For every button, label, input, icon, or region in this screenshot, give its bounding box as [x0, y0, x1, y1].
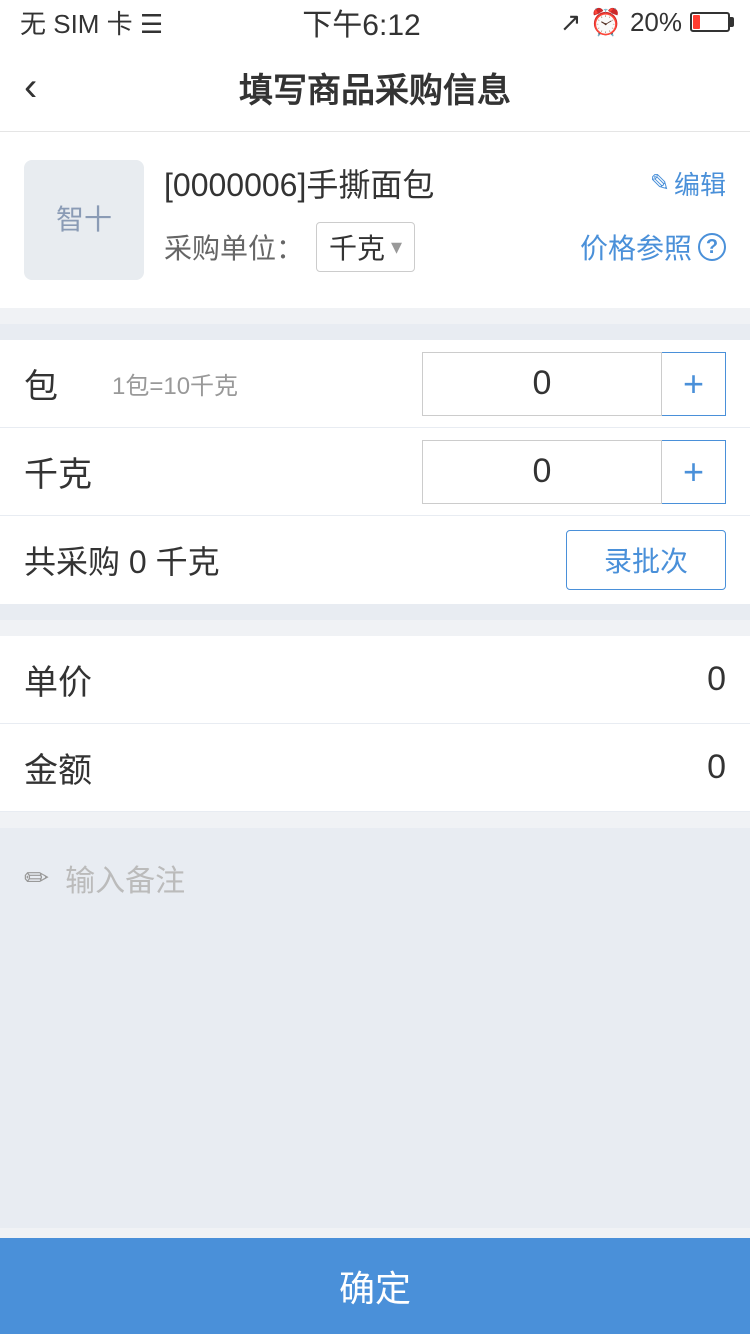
price-reference-button[interactable]: 价格参照 ? — [580, 227, 726, 267]
confirm-button[interactable]: 确定 — [0, 1238, 750, 1334]
price-info-section: 单价 0 金额 0 — [0, 636, 750, 812]
kg-input-group: + — [422, 440, 726, 504]
product-name: [0000006]手撕面包 — [164, 160, 434, 206]
unit-value: 千克 — [329, 227, 385, 267]
unit-label: 采购单位： — [164, 227, 304, 267]
status-bar: 无 SIM 卡 ☰ 下午6:12 ↗ ⏰ 20% — [0, 0, 750, 44]
price-ref-label: 价格参照 — [580, 227, 692, 267]
amount-value: 0 — [707, 748, 726, 787]
total-label: 共采购 0 千克 — [24, 537, 220, 583]
note-placeholder: 输入备注 — [65, 856, 185, 900]
empty-space — [0, 928, 750, 1228]
note-section[interactable]: ✏ 输入备注 — [0, 828, 750, 928]
amount-row: 金额 0 — [0, 724, 750, 812]
package-input-group: + — [422, 352, 726, 416]
package-sublabel: 1包=10千克 — [112, 366, 422, 401]
product-info: [0000006]手撕面包 ✎ 编辑 采购单位： 千克 ▾ 价格参照 ? — [164, 160, 726, 272]
edit-label: 编辑 — [674, 165, 726, 202]
package-plus-button[interactable]: + — [662, 352, 726, 416]
unit-dropdown[interactable]: 千克 ▾ — [316, 222, 415, 272]
product-card: 智十 [0000006]手撕面包 ✎ 编辑 采购单位： 千克 ▾ — [0, 132, 750, 308]
status-time: 下午6:12 — [302, 0, 420, 44]
package-label: 包 — [24, 359, 104, 408]
input-section: 包 1包=10千克 + 千克 + 共采购 0 千克 录批次 — [0, 340, 750, 604]
product-image-placeholder: 智十 — [56, 203, 112, 237]
edit-icon: ✎ — [650, 169, 670, 198]
status-right: ↗ ⏰ 20% — [560, 7, 730, 38]
product-name-row: [0000006]手撕面包 ✎ 编辑 — [164, 160, 726, 206]
product-image: 智十 — [24, 160, 144, 280]
chevron-down-icon: ▾ — [391, 234, 402, 260]
package-row: 包 1包=10千克 + — [0, 340, 750, 428]
kg-row: 千克 + — [0, 428, 750, 516]
kg-input[interactable] — [422, 440, 662, 504]
kg-label: 千克 — [24, 447, 104, 496]
alarm-icon: ⏰ — [590, 7, 622, 38]
package-input[interactable] — [422, 352, 662, 416]
edit-button[interactable]: ✎ 编辑 — [650, 165, 726, 202]
nav-bar: ‹ 填写商品采购信息 — [0, 44, 750, 132]
unit-selector[interactable]: 采购单位： 千克 ▾ — [164, 222, 415, 272]
product-unit-row: 采购单位： 千克 ▾ 价格参照 ? — [164, 222, 726, 272]
kg-plus-button[interactable]: + — [662, 440, 726, 504]
battery-icon — [690, 12, 730, 32]
info-icon: ? — [698, 233, 726, 261]
divider-2 — [0, 604, 750, 620]
page-title: 填写商品采购信息 — [239, 63, 511, 112]
batch-button[interactable]: 录批次 — [566, 530, 726, 590]
location-icon: ↗ — [560, 7, 582, 38]
unit-price-label: 单价 — [24, 655, 92, 704]
status-left: 无 SIM 卡 ☰ — [20, 4, 163, 41]
back-button[interactable]: ‹ — [24, 65, 37, 110]
battery-percent: 20% — [630, 7, 682, 38]
pencil-icon: ✏ — [24, 861, 49, 896]
unit-price-row: 单价 0 — [0, 636, 750, 724]
unit-price-value: 0 — [707, 660, 726, 699]
divider-1 — [0, 324, 750, 340]
total-row: 共采购 0 千克 录批次 — [0, 516, 750, 604]
amount-label: 金额 — [24, 743, 92, 792]
